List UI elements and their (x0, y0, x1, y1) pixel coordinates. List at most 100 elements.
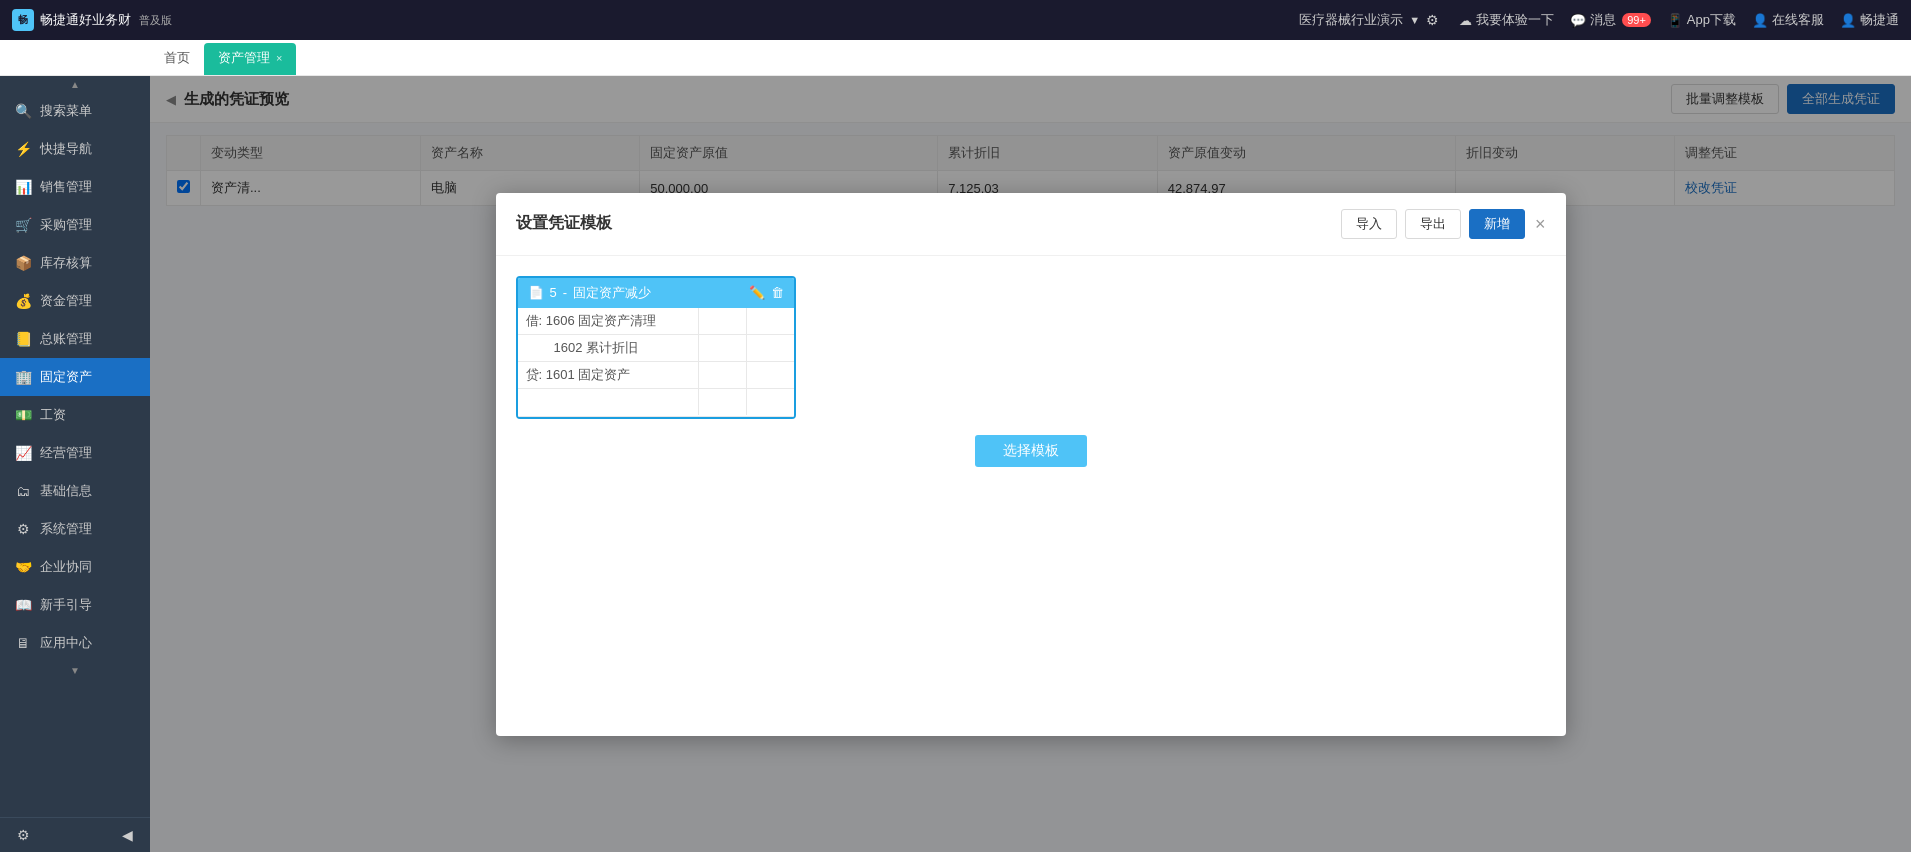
online-service-btn[interactable]: 👤 在线客服 (1752, 11, 1824, 29)
bottom-settings-icon[interactable]: ⚙ (14, 826, 32, 844)
service-icon: 👤 (1752, 13, 1768, 28)
modal-overlay: 设置凭证模板 导入 导出 新增 × (150, 76, 1911, 852)
main-layout: ▲ 🔍 搜索菜单 ⚡ 快捷导航 📊 销售管理 🛒 采购管理 📦 库存核算 💰 资… (0, 76, 1911, 852)
template-number: 5 (550, 285, 557, 300)
search-icon: 🔍 (14, 102, 32, 120)
sidebar-label-inventory: 库存核算 (40, 254, 92, 272)
modal-header: 设置凭证模板 导入 导出 新增 × (496, 193, 1566, 256)
logo-icon: 畅 (12, 9, 34, 31)
inventory-icon: 📦 (14, 254, 32, 272)
template-delete-icon[interactable]: 🗑 (771, 285, 784, 300)
user-btn[interactable]: 👤 畅捷通 (1840, 11, 1899, 29)
sidebar-scroll-down[interactable]: ▼ (0, 662, 150, 678)
basic-info-icon: 🗂 (14, 482, 32, 500)
guide-icon: 📖 (14, 596, 32, 614)
message-btn[interactable]: 💬 消息 99+ (1570, 11, 1651, 29)
sidebar-item-system[interactable]: ⚙ 系统管理 (0, 510, 150, 548)
company-selector[interactable]: 医疗器械行业演示 ▼ ⚙ (1299, 11, 1439, 29)
template-card-body: 借: 1606 固定资产清理 1602 累计折旧 贷: 1601 固定资产 (518, 308, 794, 417)
experience-btn[interactable]: ☁ 我要体验一下 (1459, 11, 1554, 29)
template-card-header: 📄 5 - 固定资产减少 ✏️ 🗑 (518, 278, 794, 308)
app-subtitle: 普及版 (139, 14, 172, 26)
import-btn[interactable]: 导入 (1341, 209, 1397, 239)
tab-home-label: 首页 (164, 49, 190, 67)
sidebar-bottom: ⚙ ◀ (0, 817, 150, 852)
sidebar-label-enterprise: 企业协同 (40, 558, 92, 576)
sidebar-label-finance: 资金管理 (40, 292, 92, 310)
dropdown-icon: ▼ (1409, 14, 1420, 26)
tab-close-icon[interactable]: × (276, 52, 282, 64)
sidebar-item-operations[interactable]: 📈 经营管理 (0, 434, 150, 472)
top-header: 畅 畅捷通好业务财 普及版 医疗器械行业演示 ▼ ⚙ ☁ 我要体验一下 💬 消息… (0, 0, 1911, 40)
debit-label-1: 借: 1606 固定资产清理 (518, 308, 698, 334)
bottom-collapse-icon[interactable]: ◀ (118, 826, 136, 844)
credit-label-1: 贷: 1601 固定资产 (518, 362, 698, 388)
tab-asset-management[interactable]: 资产管理 × (204, 43, 296, 75)
user-icon: 👤 (1840, 13, 1856, 28)
debit-col-1b (746, 308, 794, 334)
sidebar-label-guide: 新手引导 (40, 596, 92, 614)
empty-col (698, 389, 746, 415)
company-name: 医疗器械行业演示 (1299, 11, 1403, 29)
quicknav-icon: ⚡ (14, 140, 32, 158)
experience-icon: ☁ (1459, 13, 1472, 28)
header-actions: ☁ 我要体验一下 💬 消息 99+ 📱 App下载 👤 在线客服 👤 畅捷通 (1459, 11, 1899, 29)
download-icon: 📱 (1667, 13, 1683, 28)
template-debit-row-1: 借: 1606 固定资产清理 (518, 308, 794, 335)
sidebar-item-ledger[interactable]: 📒 总账管理 (0, 320, 150, 358)
sidebar-item-payroll[interactable]: 💵 工资 (0, 396, 150, 434)
template-header-left: 📄 5 - 固定资产减少 (528, 284, 652, 302)
sidebar-item-inventory[interactable]: 📦 库存核算 (0, 244, 150, 282)
modal-close-btn[interactable]: × (1535, 215, 1546, 233)
empty-label (518, 398, 698, 406)
template-separator: - (563, 285, 567, 300)
sidebar-item-fixed-assets[interactable]: 🏢 固定资产 (0, 358, 150, 396)
sidebar-item-purchase[interactable]: 🛒 采购管理 (0, 206, 150, 244)
template-debit-row-2: 1602 累计折旧 (518, 335, 794, 362)
new-btn[interactable]: 新增 (1469, 209, 1525, 239)
enterprise-icon: 🤝 (14, 558, 32, 576)
modal-body: 📄 5 - 固定资产减少 ✏️ 🗑 (496, 256, 1566, 736)
sidebar-label-payroll: 工资 (40, 406, 66, 424)
sidebar-item-sales[interactable]: 📊 销售管理 (0, 168, 150, 206)
sidebar-label-quicknav: 快捷导航 (40, 140, 92, 158)
template-doc-icon: 📄 (528, 285, 544, 300)
sidebar-label-search: 搜索菜单 (40, 102, 92, 120)
credit-col-1b (746, 362, 794, 388)
tab-bar: 首页 资产管理 × (0, 40, 1911, 76)
app-download-btn[interactable]: 📱 App下载 (1667, 11, 1736, 29)
message-icon: 💬 (1570, 13, 1586, 28)
sidebar-item-guide[interactable]: 📖 新手引导 (0, 586, 150, 624)
message-badge: 99+ (1622, 13, 1651, 27)
sidebar-item-app-center[interactable]: 🖥 应用中心 (0, 624, 150, 662)
export-btn[interactable]: 导出 (1405, 209, 1461, 239)
sidebar-label-app-center: 应用中心 (40, 634, 92, 652)
modal-title: 设置凭证模板 (516, 213, 612, 234)
operations-icon: 📈 (14, 444, 32, 462)
template-header-actions: ✏️ 🗑 (749, 285, 784, 300)
tab-home[interactable]: 首页 (150, 43, 204, 75)
sidebar-label-basic-info: 基础信息 (40, 482, 92, 500)
sidebar-item-enterprise[interactable]: 🤝 企业协同 (0, 548, 150, 586)
app-center-icon: 🖥 (14, 634, 32, 652)
ledger-icon: 📒 (14, 330, 32, 348)
debit-col-2 (698, 335, 746, 361)
sidebar: ▲ 🔍 搜索菜单 ⚡ 快捷导航 📊 销售管理 🛒 采购管理 📦 库存核算 💰 资… (0, 76, 150, 852)
template-card: 📄 5 - 固定资产减少 ✏️ 🗑 (516, 276, 796, 419)
sidebar-item-basic-info[interactable]: 🗂 基础信息 (0, 472, 150, 510)
modal-toolbar: 导入 导出 新增 (1341, 209, 1525, 239)
settings-icon[interactable]: ⚙ (1426, 12, 1439, 28)
fixed-assets-icon: 🏢 (14, 368, 32, 386)
sidebar-item-finance[interactable]: 💰 资金管理 (0, 282, 150, 320)
template-edit-icon[interactable]: ✏️ (749, 285, 765, 300)
select-template-btn[interactable]: 选择模板 (975, 435, 1087, 467)
tab-asset-label: 资产管理 (218, 49, 270, 67)
sidebar-label-sales: 销售管理 (40, 178, 92, 196)
credit-col-1 (698, 362, 746, 388)
sidebar-label-system: 系统管理 (40, 520, 92, 538)
sidebar-item-search[interactable]: 🔍 搜索菜单 (0, 92, 150, 130)
sidebar-scroll-up[interactable]: ▲ (0, 76, 150, 92)
template-credit-row-1: 贷: 1601 固定资产 (518, 362, 794, 389)
modal-dialog: 设置凭证模板 导入 导出 新增 × (496, 193, 1566, 736)
sidebar-item-quicknav[interactable]: ⚡ 快捷导航 (0, 130, 150, 168)
